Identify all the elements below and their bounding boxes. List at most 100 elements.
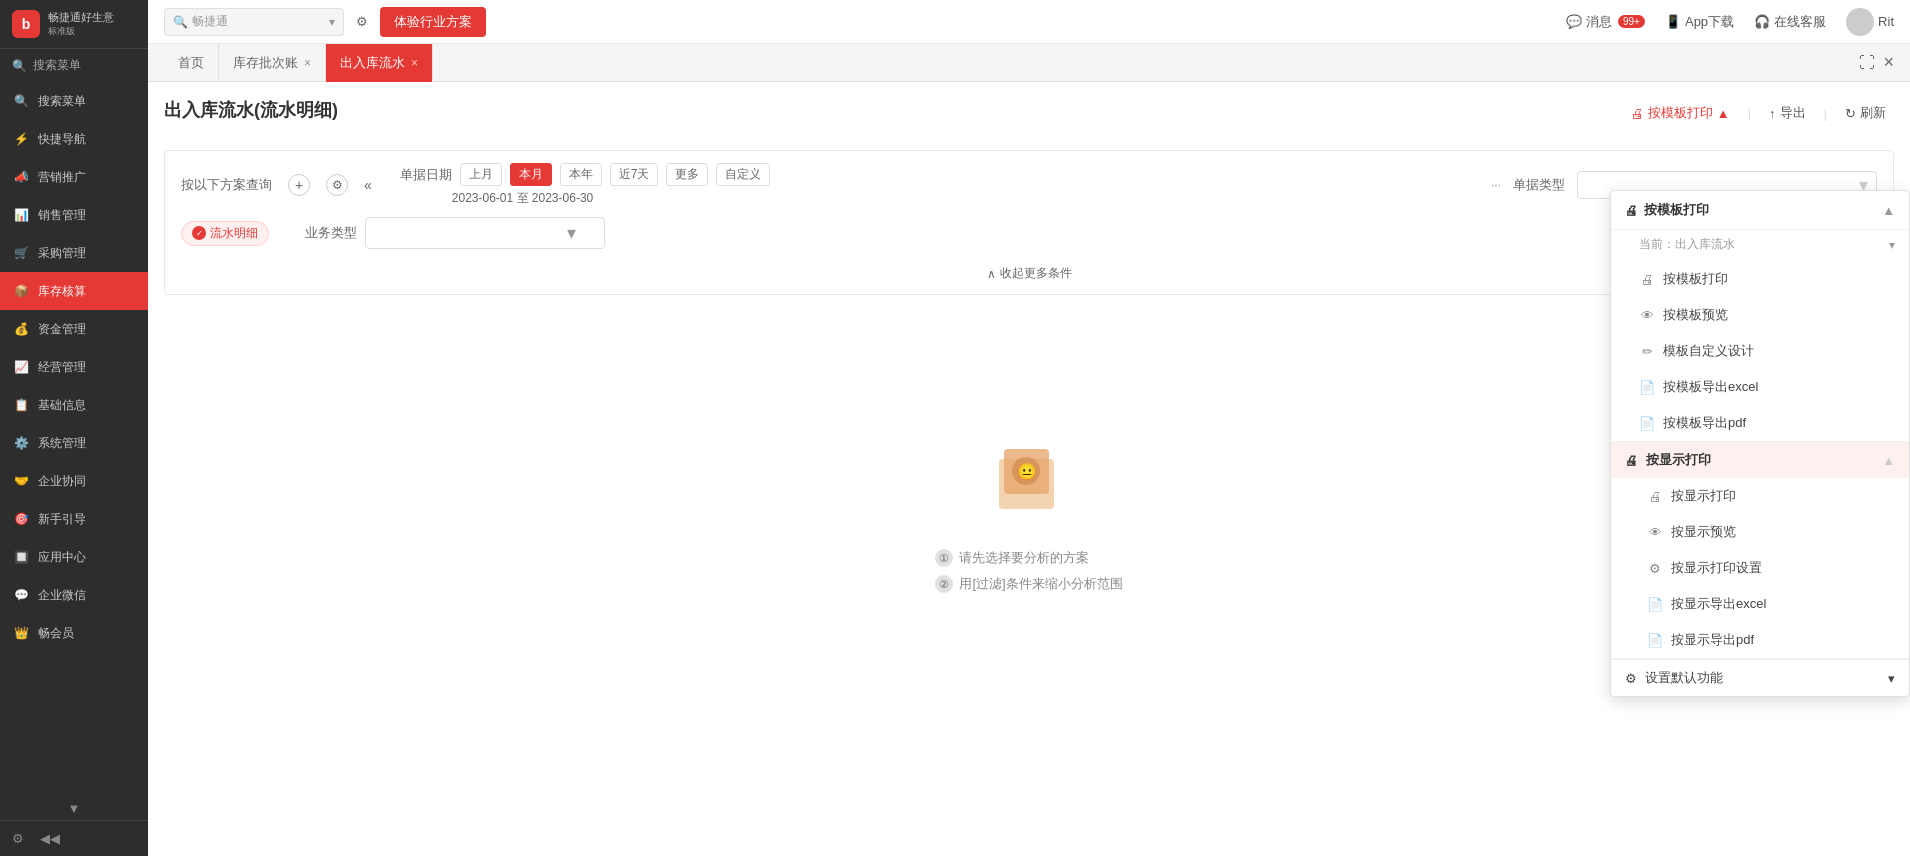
date-btn-上月[interactable]: 上月 (460, 163, 502, 186)
dropdown-current-label[interactable]: 当前：出入库流水 ▾ (1611, 230, 1909, 261)
dropdown-display-print-header[interactable]: 🖨 按显示打印 ▲ (1611, 442, 1909, 478)
sidebar-item-operation[interactable]: 📈 经营管理 (0, 348, 148, 386)
filter-add-btn[interactable]: + (288, 174, 310, 196)
dropdown-item2-按显示打印设置[interactable]: ⚙ 按显示打印设置 (1611, 550, 1909, 586)
tab-batch-account-close[interactable]: × (304, 56, 311, 70)
collapse-sidebar-icon[interactable]: ◀◀ (40, 831, 60, 846)
dropdown-item-按模板导出excel[interactable]: 📄 按模板导出excel (1611, 369, 1909, 405)
empty-icon: 😐 (979, 429, 1079, 529)
main-area: 🔍 畅捷通 ▾ ⚙ 体验行业方案 💬 消息 99+ 📱 App下载 🎧 在线客服… (148, 0, 1910, 856)
topbar-message[interactable]: 💬 消息 99+ (1566, 13, 1645, 31)
item-label: 按模板预览 (1663, 306, 1895, 324)
sidebar-bottom: ⚙ ◀◀ (0, 820, 148, 856)
sidebar-label-collab: 企业协同 (38, 473, 86, 490)
sidebar-label-system: 系统管理 (38, 435, 86, 452)
item2-icon: 📄 (1647, 596, 1663, 612)
topbar-app-download[interactable]: 📱 App下载 (1665, 13, 1734, 31)
tab-window-controls: ⛶ × (1859, 52, 1894, 73)
tab-flow-close[interactable]: × (411, 56, 418, 70)
close-window-icon[interactable]: × (1883, 52, 1894, 73)
topbar-search[interactable]: 🔍 畅捷通 ▾ (164, 8, 344, 36)
item2-label: 按显示导出excel (1671, 595, 1895, 613)
sidebar-label-quicknav: 快捷导航 (38, 131, 86, 148)
item-icon: 🖨 (1639, 271, 1655, 287)
tab-batch-account[interactable]: 库存批次账 × (219, 44, 326, 82)
topbar: 🔍 畅捷通 ▾ ⚙ 体验行业方案 💬 消息 99+ 📱 App下载 🎧 在线客服… (148, 0, 1910, 44)
system-icon: ⚙️ (12, 434, 30, 452)
print-header-icon: 🖨 (1625, 203, 1638, 218)
sidebar-item-member[interactable]: 👑 畅会员 (0, 614, 148, 652)
sidebar-nav: 🔍 搜索菜单 ⚡ 快捷导航 📣 营销推广 📊 销售管理 🛒 采购管理 📦 库存核… (0, 82, 148, 797)
user-avatar (1846, 8, 1874, 36)
dropdown-item-按模板导出pdf[interactable]: 📄 按模板导出pdf (1611, 405, 1909, 441)
date-btn-本月[interactable]: 本月 (510, 163, 552, 186)
settings-icon[interactable]: ⚙ (12, 831, 24, 846)
date-btn-更多[interactable]: 更多 (666, 163, 708, 186)
item2-icon: 🖨 (1647, 488, 1663, 504)
sidebar-item-inventory[interactable]: 📦 库存核算 (0, 272, 148, 310)
business-type-select[interactable]: ▾ (365, 217, 605, 249)
tip-number-2: ② (935, 575, 953, 593)
item2-label: 按显示打印 (1671, 487, 1895, 505)
dropdown-item2-按显示打印[interactable]: 🖨 按显示打印 (1611, 478, 1909, 514)
finance-icon: 💰 (12, 320, 30, 338)
dropdown-item-按模板预览[interactable]: 👁 按模板预览 (1611, 297, 1909, 333)
display-print-arrow: ▲ (1882, 453, 1895, 468)
sidebar-label-operation: 经营管理 (38, 359, 86, 376)
item2-icon: ⚙ (1647, 560, 1663, 576)
dropdown-section1: 🖨 按模板打印 👁 按模板预览 ✏ 模板自定义设计 📄 按模板导出excel 📄… (1611, 261, 1909, 441)
filter-settings-btn[interactable]: ⚙ (326, 174, 348, 196)
item-label: 按模板打印 (1663, 270, 1895, 288)
sidebar-item-finance[interactable]: 💰 资金管理 (0, 310, 148, 348)
message-icon: 💬 (1566, 14, 1582, 29)
dropdown-item2-按显示导出excel[interactable]: 📄 按显示导出excel (1611, 586, 1909, 622)
tip-number-1: ① (935, 549, 953, 567)
sidebar-search-item[interactable]: 🔍 搜索菜单 (0, 49, 148, 82)
sidebar-item-basic[interactable]: 📋 基础信息 (0, 386, 148, 424)
dropdown-footer[interactable]: ⚙ 设置默认功能 ▾ (1611, 659, 1909, 696)
user-avatar-area[interactable]: Rit (1846, 8, 1894, 36)
print-template-btn[interactable]: 🖨 按模板打印 ▲ (1623, 100, 1738, 126)
sidebar-item-marketing[interactable]: 📣 营销推广 (0, 158, 148, 196)
refresh-btn[interactable]: ↻ 刷新 (1837, 100, 1894, 126)
date-btn-近7天[interactable]: 近7天 (610, 163, 659, 186)
tab-flow[interactable]: 出入库流水 × (326, 44, 433, 82)
footer-arrow: ▾ (1888, 671, 1895, 686)
sidebar-label-purchase: 采购管理 (38, 245, 86, 262)
dropdown-item-按模板打印[interactable]: 🖨 按模板打印 (1611, 261, 1909, 297)
trial-btn[interactable]: 体验行业方案 (380, 7, 486, 37)
sidebar-item-guide[interactable]: 🎯 新手引导 (0, 500, 148, 538)
sidebar-item-wxwork[interactable]: 💬 企业微信 (0, 576, 148, 614)
more-dots[interactable]: ··· (1491, 178, 1501, 192)
dropdown-item-模板自定义设计[interactable]: ✏ 模板自定义设计 (1611, 333, 1909, 369)
sidebar-label-inventory: 库存核算 (38, 283, 86, 300)
date-btn-自定义[interactable]: 自定义 (716, 163, 770, 186)
sidebar-label-marketing: 营销推广 (38, 169, 86, 186)
tab-home[interactable]: 首页 (164, 44, 219, 82)
date-btn-本年[interactable]: 本年 (560, 163, 602, 186)
guide-icon: 🎯 (12, 510, 30, 528)
sidebar-item-collab[interactable]: 🤝 企业协同 (0, 462, 148, 500)
sidebar-item-sales[interactable]: 📊 销售管理 (0, 196, 148, 234)
dropdown-up-icon[interactable]: ▲ (1882, 203, 1895, 218)
sidebar-item-search[interactable]: 🔍 搜索菜单 (0, 82, 148, 120)
sidebar-item-appcenter[interactable]: 🔲 应用中心 (0, 538, 148, 576)
dropdown-item2-按显示预览[interactable]: 👁 按显示预览 (1611, 514, 1909, 550)
empty-tip-1: ① 请先选择要分析的方案 (935, 549, 1122, 567)
topbar-online-service[interactable]: 🎧 在线客服 (1754, 13, 1826, 31)
sidebar-item-purchase[interactable]: 🛒 采购管理 (0, 234, 148, 272)
collapse-more-btn[interactable]: ∧ 收起更多条件 (987, 265, 1072, 282)
restore-icon[interactable]: ⛶ (1859, 54, 1875, 72)
sidebar-item-quicknav[interactable]: ⚡ 快捷导航 (0, 120, 148, 158)
dropdown-item2-按显示导出pdf[interactable]: 📄 按显示导出pdf (1611, 622, 1909, 658)
topbar-gear-icon[interactable]: ⚙ (356, 14, 368, 29)
sidebar-label-sales: 销售管理 (38, 207, 86, 224)
wxwork-icon: 💬 (12, 586, 30, 604)
filter-collapse-btn[interactable]: « (364, 177, 372, 193)
item-icon: 📄 (1639, 379, 1655, 395)
sidebar-item-system[interactable]: ⚙️ 系统管理 (0, 424, 148, 462)
scroll-down-icon[interactable]: ▼ (64, 797, 85, 820)
export-btn[interactable]: ↑ 导出 (1761, 100, 1814, 126)
filter-tag-icon: ✓ (192, 226, 206, 240)
filter-tag-liushui[interactable]: ✓ 流水明细 (181, 221, 269, 246)
